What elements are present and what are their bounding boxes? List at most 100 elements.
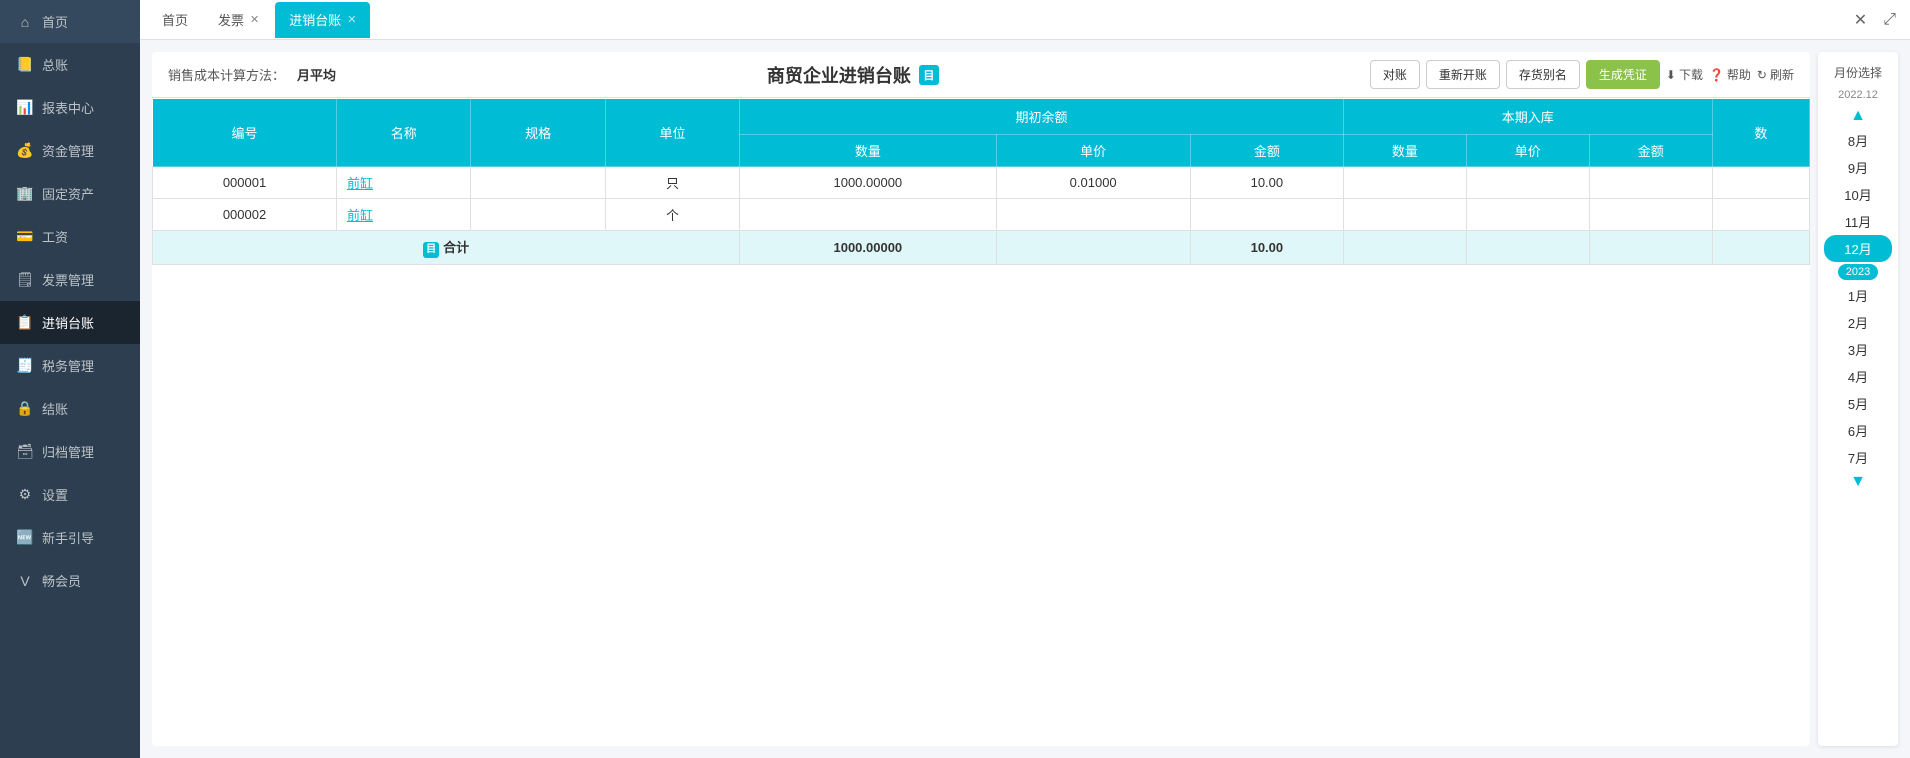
sidebar-label-funds: 资金管理 <box>42 141 94 160</box>
reopen-button[interactable]: 重新开账 <box>1426 60 1500 89</box>
sidebar-item-guide[interactable]: 🆕新手引导 <box>0 516 140 559</box>
sidebar-item-invoice-mgmt[interactable]: 🗒发票管理 <box>0 258 140 301</box>
sidebar-label-inventory: 进销台账 <box>42 313 94 332</box>
help-button[interactable]: ❓ 帮助 <box>1709 66 1751 83</box>
tab-inventory-tab[interactable]: 进销台账 ✕ <box>275 2 370 38</box>
sidebar-label-settings: 设置 <box>42 485 68 504</box>
panel-title: 商贸企业进销台账 <box>767 62 911 88</box>
cell-name: 前缸 <box>337 199 471 231</box>
tab-bar: 首页发票✕ 进销台账 ✕ ✕ ⤢ <box>140 0 1910 40</box>
save-alias-button[interactable]: 存货别名 <box>1506 60 1580 89</box>
generate-voucher-button[interactable]: 生成凭证 <box>1586 60 1660 89</box>
col-code: 编号 <box>153 99 337 167</box>
col-opening-price: 单价 <box>996 135 1190 167</box>
header-actions: 对账 重新开账 存货别名 生成凭证 ⬇ 下载 ❓ 帮助 ↻ 刷新 <box>1370 60 1794 89</box>
sidebar-label-archive: 归档管理 <box>42 442 94 461</box>
col-inbound-qty: 数量 <box>1343 135 1466 167</box>
table-body: 000001 前缸 只 1000.00000 0.01000 10.00 000… <box>153 167 1810 265</box>
sidebar-icon-archive: 🗃 <box>16 443 34 460</box>
sidebar-icon-inventory: 📋 <box>16 314 34 331</box>
sidebar-item-fixed-assets[interactable]: 🏢 固定资产 <box>0 172 140 215</box>
sidebar-item-tax[interactable]: 🧾税务管理 <box>0 344 140 387</box>
sidebar-item-member[interactable]: V畅会员 <box>0 559 140 602</box>
month-item[interactable]: 12月 <box>1824 235 1892 262</box>
sidebar-label-home: 首页 <box>42 12 68 31</box>
cell-unit: 只 <box>605 167 739 199</box>
sidebar-icon-ledger: 📒 <box>16 56 34 73</box>
cell-spec <box>471 199 605 231</box>
sidebar-icon-settings: ⚙ <box>16 486 34 503</box>
tab-close-invoice-tab[interactable]: ✕ <box>250 13 259 26</box>
panel-title-icon[interactable]: 目 <box>919 65 939 85</box>
col-name: 名称 <box>337 99 471 167</box>
month-item[interactable]: 8月 <box>1818 127 1898 154</box>
month-item[interactable]: 1月 <box>1818 282 1898 309</box>
cell-total-opening-amount: 10.00 <box>1190 231 1343 265</box>
month-list-2022: 8月9月10月11月12月20231月2月3月4月5月6月7月 <box>1818 127 1898 471</box>
table-header: 编号 名称 规格 单位 期初余额 本期入库 数 数量 单价 金额 数 <box>153 99 1810 167</box>
panel-title-area: 商贸企业进销台账 目 <box>348 62 1358 88</box>
month-nav-up[interactable]: ▲ <box>1848 105 1868 127</box>
month-item[interactable]: 5月 <box>1818 390 1898 417</box>
cell-more <box>1712 167 1809 199</box>
col-opening-amount: 金额 <box>1190 135 1343 167</box>
sidebar-item-closing[interactable]: 🔒结账 <box>0 387 140 430</box>
content-area: 销售成本计算方法： 月平均 商贸企业进销台账 目 对账 重新开账 存货别名 生成… <box>140 40 1910 758</box>
sidebar-item-archive[interactable]: 🗃 归档管理 <box>0 430 140 473</box>
month-item[interactable]: 4月 <box>1818 363 1898 390</box>
sidebar-item-reports[interactable]: 📊 报表中心 <box>0 86 140 129</box>
close-window-button[interactable]: ✕ <box>1848 6 1873 34</box>
cell-code: 000002 <box>153 199 337 231</box>
table-wrapper: 编号 名称 规格 单位 期初余额 本期入库 数 数量 单价 金额 数 <box>152 98 1810 746</box>
sidebar-item-funds[interactable]: 💰资金管理 <box>0 129 140 172</box>
month-item[interactable]: 7月 <box>1818 444 1898 471</box>
month-item[interactable]: 11月 <box>1818 208 1898 235</box>
cell-inbound-qty <box>1343 199 1466 231</box>
reconcile-button[interactable]: 对账 <box>1370 60 1420 89</box>
cell-opening-price <box>996 199 1190 231</box>
month-panel-year-2022: 2022.12 <box>1838 89 1878 101</box>
sidebar-label-fixed-assets: 固定资产 <box>42 184 94 203</box>
month-nav-down[interactable]: ▼ <box>1848 471 1868 493</box>
tab-invoice-tab[interactable]: 发票✕ <box>204 2 273 38</box>
sidebar-icon-fixed-assets: 🏢 <box>16 185 34 202</box>
cell-total-inbound-price <box>1466 231 1589 265</box>
sidebar: ⌂ 首页 📒 总账 📊 报表中心 💰资金管理 🏢 固定资产 💳工资🗒发票管理 📋 进销台账 🧾税务管理🔒… <box>0 0 140 758</box>
cell-total-opening-qty: 1000.00000 <box>740 231 996 265</box>
col-inbound: 本期入库 <box>1343 99 1712 135</box>
refresh-button[interactable]: ↻ 刷新 <box>1757 66 1794 83</box>
month-item[interactable]: 6月 <box>1818 417 1898 444</box>
sidebar-item-payroll[interactable]: 💳工资 <box>0 215 140 258</box>
sidebar-label-ledger: 总账 <box>42 55 68 74</box>
sidebar-item-settings[interactable]: ⚙ 设置 <box>0 473 140 516</box>
col-inbound-price: 单价 <box>1466 135 1589 167</box>
cost-method-value: 月平均 <box>297 65 336 84</box>
sidebar-item-ledger[interactable]: 📒 总账 <box>0 43 140 86</box>
sidebar-label-tax: 税务管理 <box>42 356 94 375</box>
sidebar-item-home[interactable]: ⌂ 首页 <box>0 0 140 43</box>
month-item[interactable]: 9月 <box>1818 154 1898 181</box>
panel-header: 销售成本计算方法： 月平均 商贸企业进销台账 目 对账 重新开账 存货别名 生成… <box>152 52 1810 98</box>
cell-opening-qty <box>740 199 996 231</box>
month-item[interactable]: 10月 <box>1818 181 1898 208</box>
cell-code: 000001 <box>153 167 337 199</box>
maximize-window-button[interactable]: ⤢ <box>1877 6 1902 34</box>
tab-label-inventory-tab: 进销台账 <box>289 10 341 29</box>
sidebar-icon-home: ⌂ <box>16 14 34 30</box>
cell-total-more <box>1712 231 1809 265</box>
name-link[interactable]: 前缸 <box>347 176 373 191</box>
month-item[interactable]: 2月 <box>1818 309 1898 336</box>
col-opening: 期初余额 <box>740 99 1344 135</box>
cell-spec <box>471 167 605 199</box>
name-link[interactable]: 前缸 <box>347 208 373 223</box>
download-button[interactable]: ⬇ 下载 <box>1666 66 1703 83</box>
sidebar-label-reports: 报表中心 <box>42 98 94 117</box>
tab-label-home-tab: 首页 <box>162 10 188 29</box>
tab-close-inventory-tab[interactable]: ✕ <box>347 13 356 26</box>
sidebar-item-inventory[interactable]: 📋 进销台账 <box>0 301 140 344</box>
col-opening-qty: 数量 <box>740 135 996 167</box>
tab-home-tab[interactable]: 首页 <box>148 2 202 38</box>
month-item[interactable]: 3月 <box>1818 336 1898 363</box>
sidebar-icon-reports: 📊 <box>16 99 34 116</box>
cell-total-opening-price <box>996 231 1190 265</box>
